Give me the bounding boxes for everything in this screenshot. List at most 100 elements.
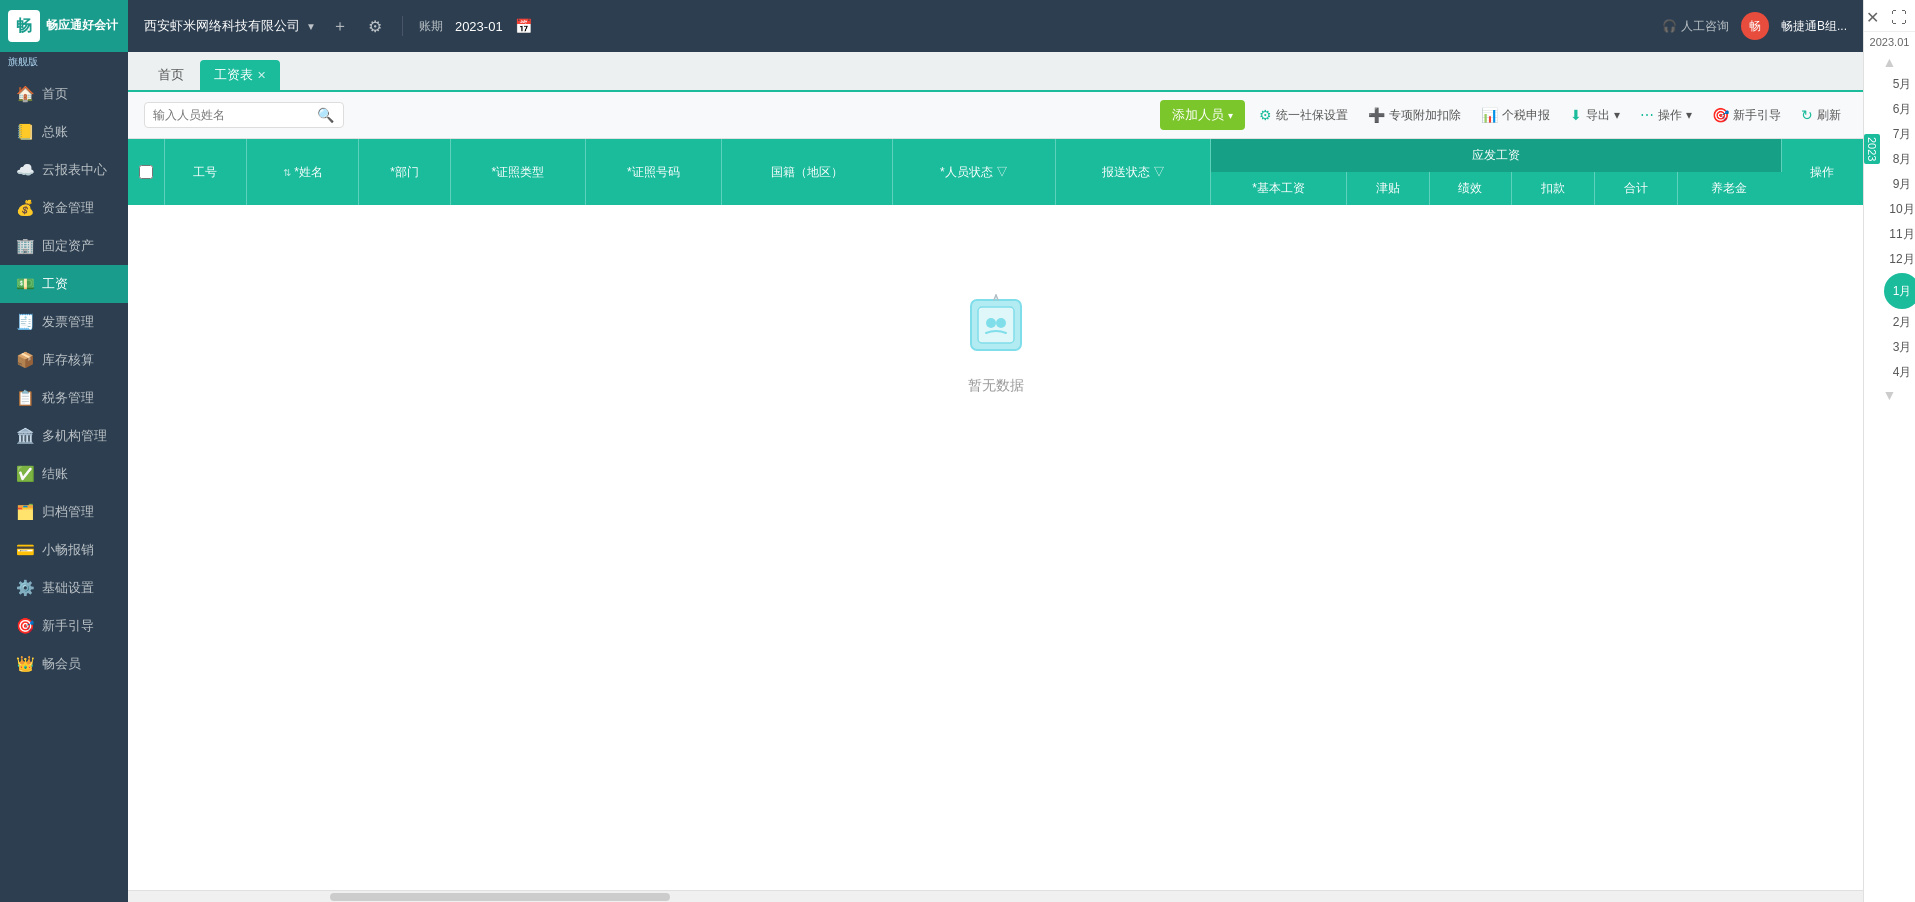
topbar-right: 🎧 人工咨询 畅 畅捷通B组... [1662,12,1847,40]
logo-text: 畅应通好会计 [46,18,118,34]
sidebar-item-多机构管理[interactable]: 🏛️多机构管理 [0,417,128,455]
sidebar-icon-12: 💳 [16,541,34,559]
company-name: 西安虾米网络科技有限公司 [144,17,300,35]
year-label[interactable]: 2023 [1864,134,1880,164]
month-item-11月[interactable]: 11月 [1880,222,1915,247]
special-deduction-icon: ➕ [1368,107,1385,123]
search-input[interactable] [153,108,313,122]
panel-up-icon[interactable]: ▲ [1881,52,1899,72]
sidebar-item-工资[interactable]: 💵工资 [0,265,128,303]
person-status-filter-icon[interactable]: ▽ [996,165,1008,179]
tab-home-label: 首页 [158,66,184,84]
add-person-button[interactable]: 添加人员 ▾ [1160,100,1245,130]
sidebar-item-总账[interactable]: 📒总账 [0,113,128,151]
tab-home[interactable]: 首页 [144,60,198,90]
sidebar-item-小畅报销[interactable]: 💳小畅报销 [0,531,128,569]
close-panel-icon[interactable]: ✕ [1863,6,1883,29]
table-header-group: 工号 ⇅ *姓名 *部门 *证照类型 *证照号码 国籍（地区） *人员状态 ▽ … [128,139,1863,172]
refresh-label: 刷新 [1817,107,1841,124]
month-item-4月[interactable]: 4月 [1880,360,1915,385]
settings-icon[interactable]: ⚙ [364,13,386,40]
sidebar-item-基础设置[interactable]: ⚙️基础设置 [0,569,128,607]
sidebar-item-云报表中心[interactable]: ☁️云报表中心 [0,151,128,189]
month-item-8月[interactable]: 8月 [1880,147,1915,172]
calendar-icon[interactable]: 📅 [515,18,532,34]
sidebar-item-税务管理[interactable]: 📋税务管理 [0,379,128,417]
main-area: 西安虾米网络科技有限公司 ▼ ＋ ⚙ 账期 2023-01 📅 🎧 人工咨询 畅… [128,0,1863,902]
social-security-btn[interactable]: ⚙ 统一社保设置 [1253,103,1354,128]
month-item-2月[interactable]: 2月 [1880,310,1915,335]
empty-state: 暂无数据 [128,205,1863,475]
th-name: ⇅ *姓名 [247,139,359,205]
month-item-7月[interactable]: 7月 [1880,122,1915,147]
sidebar-item-库存核算[interactable]: 📦库存核算 [0,341,128,379]
table-container: 工号 ⇅ *姓名 *部门 *证照类型 *证照号码 国籍（地区） *人员状态 ▽ … [128,139,1863,890]
window-controls: ✕ ⛶ [1864,4,1915,32]
tax-report-btn[interactable]: 📊 个税申报 [1475,103,1556,128]
horizontal-scrollbar[interactable] [128,890,1863,902]
search-wrap[interactable]: 🔍 [144,102,344,128]
th-salary-group: 应发工资 [1211,139,1781,172]
tab-payroll[interactable]: 工资表 ✕ [200,60,280,90]
th-id-type: *证照类型 [450,139,585,205]
month-item-12月[interactable]: 12月 [1880,247,1915,272]
sidebar-label-15: 畅会员 [42,655,81,673]
th-id: 工号 [164,139,247,205]
operate-btn[interactable]: ⋯ 操作 ▾ [1634,103,1698,128]
th-allowance: 津贴 [1346,172,1429,205]
tab-payroll-label: 工资表 [214,66,253,84]
select-all-checkbox[interactable] [139,165,153,179]
panel-down-icon[interactable]: ▼ [1881,385,1899,405]
social-security-label: 统一社保设置 [1276,107,1348,124]
period-value: 2023-01 [455,19,503,34]
sidebar-icon-9: 🏛️ [16,427,34,445]
guide-btn[interactable]: 🎯 新手引导 [1706,103,1787,128]
empty-icon [956,285,1036,365]
add-company-icon[interactable]: ＋ [328,12,352,41]
month-item-9月[interactable]: 9月 [1880,172,1915,197]
sidebar-item-归档管理[interactable]: 🗂️归档管理 [0,493,128,531]
sidebar-label-10: 结账 [42,465,68,483]
operate-icon: ⋯ [1640,107,1654,123]
report-status-filter-icon[interactable]: ▽ [1153,165,1165,179]
sidebar-icon-11: 🗂️ [16,503,34,521]
sidebar-label-5: 工资 [42,275,68,293]
month-item-5月[interactable]: 5月 [1880,72,1915,97]
empty-text: 暂无数据 [968,377,1024,395]
sidebar-item-发票管理[interactable]: 🧾发票管理 [0,303,128,341]
service-btn[interactable]: 🎧 人工咨询 [1662,18,1729,35]
sidebar-item-资金管理[interactable]: 💰资金管理 [0,189,128,227]
month-item-6月[interactable]: 6月 [1880,97,1915,122]
svg-point-3 [996,318,1006,328]
tab-payroll-close[interactable]: ✕ [257,69,266,82]
panel-year-col: 2023 [1864,72,1880,166]
sidebar-icon-3: 💰 [16,199,34,217]
sidebar-item-固定资产[interactable]: 🏢固定资产 [0,227,128,265]
sidebar-icon-4: 🏢 [16,237,34,255]
expand-panel-icon[interactable]: ⛶ [1887,7,1911,29]
special-deduction-btn[interactable]: ➕ 专项附加扣除 [1362,103,1467,128]
user-avatar[interactable]: 畅 [1741,12,1769,40]
sidebar-item-畅会员[interactable]: 👑畅会员 [0,645,128,683]
month-item-3月[interactable]: 3月 [1880,335,1915,360]
export-btn[interactable]: ⬇ 导出 ▾ [1564,103,1626,128]
scroll-thumb[interactable] [330,893,670,901]
period-label: 账期 [419,18,443,35]
month-item-10月[interactable]: 10月 [1880,197,1915,222]
sidebar-label-2: 云报表中心 [42,161,107,179]
th-total: 合计 [1594,172,1677,205]
th-report-status: 报送状态 ▽ [1056,139,1211,205]
payroll-table: 工号 ⇅ *姓名 *部门 *证照类型 *证照号码 国籍（地区） *人员状态 ▽ … [128,139,1863,205]
month-item-1月[interactable]: 1月 [1884,273,1915,309]
export-arrow-icon: ▾ [1614,108,1620,122]
sort-name-icon: ⇅ [283,167,291,178]
company-selector[interactable]: 西安虾米网络科技有限公司 ▼ [144,17,316,35]
refresh-btn[interactable]: ↻ 刷新 [1795,103,1847,128]
sidebar-item-新手引导[interactable]: 🎯新手引导 [0,607,128,645]
headset-icon: 🎧 [1662,19,1677,33]
th-checkbox[interactable] [128,139,164,205]
right-panel-header: 2023.01 [1868,32,1912,52]
sidebar-item-首页[interactable]: 🏠首页 [0,75,128,113]
sidebar-item-结账[interactable]: ✅结账 [0,455,128,493]
sidebar-icon-8: 📋 [16,389,34,407]
